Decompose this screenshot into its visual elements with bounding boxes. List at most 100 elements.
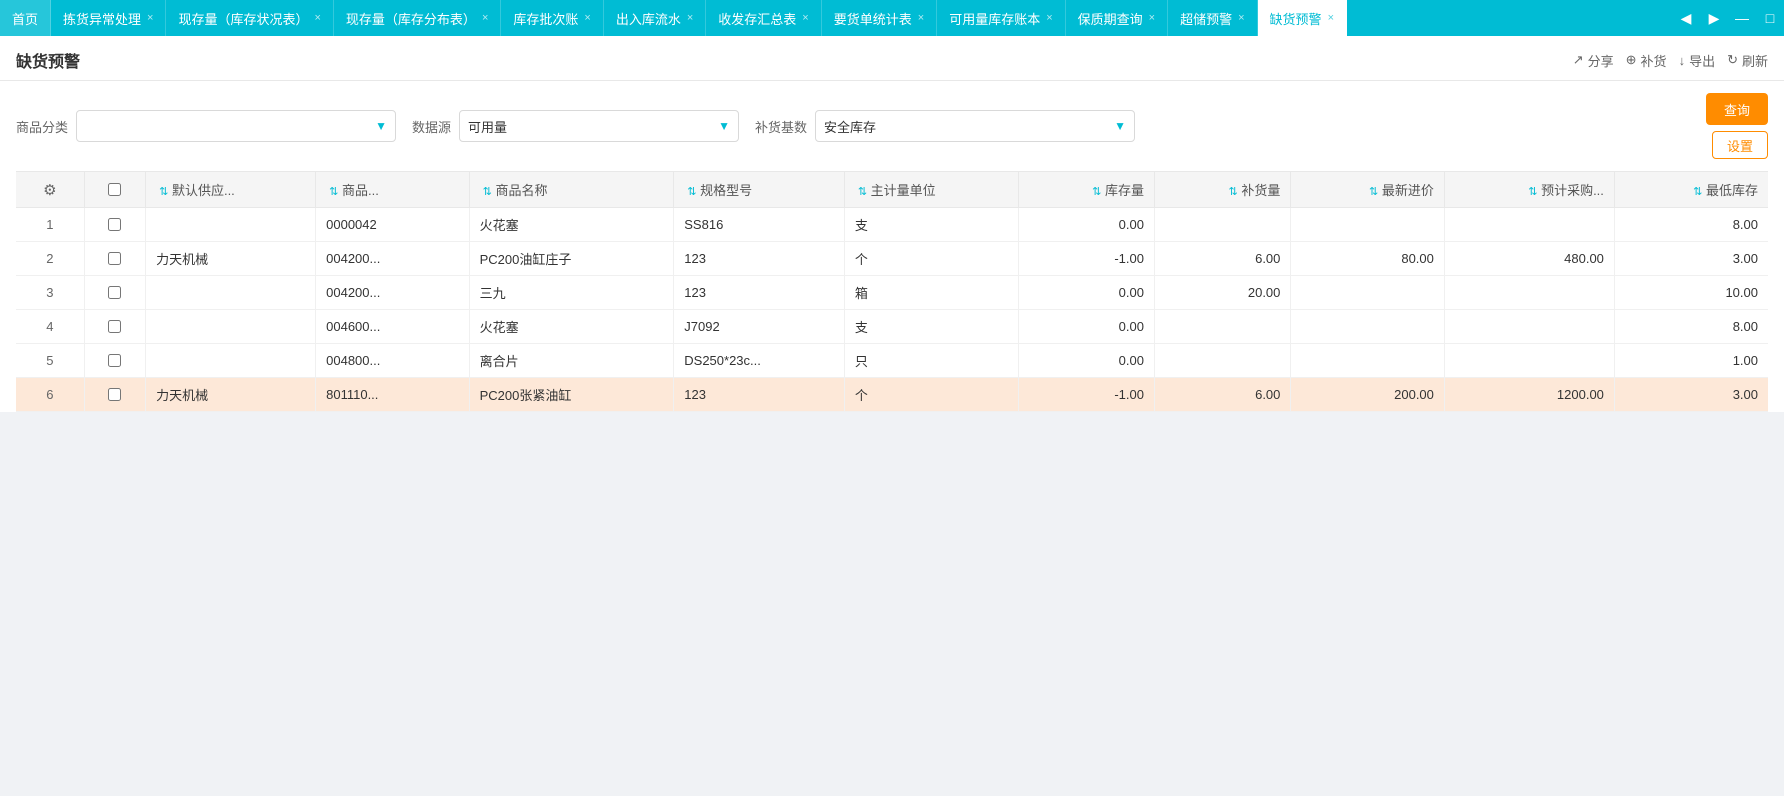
th-unit: ⇅ 主计量单位 bbox=[844, 172, 1018, 208]
tab-close-abnormal[interactable]: × bbox=[147, 12, 153, 24]
th-stock: ⇅ 库存量 bbox=[1018, 172, 1154, 208]
tab-abnormal[interactable]: 拣货异常处理 × bbox=[51, 0, 166, 36]
cell-supplier bbox=[146, 344, 316, 378]
basis-select[interactable]: 安全库存 ▼ bbox=[815, 110, 1135, 142]
cell-supplier bbox=[146, 276, 316, 310]
tab-next-button[interactable]: ▶ bbox=[1700, 10, 1728, 27]
tab-bar: 首页 拣货异常处理 × 现存量（库存状况表） × 现存量（库存分布表） × 库存… bbox=[0, 0, 1784, 36]
tab-close-available-ledger[interactable]: × bbox=[1046, 12, 1052, 24]
cell-replenish bbox=[1154, 344, 1290, 378]
category-dropdown-icon: ▼ bbox=[375, 119, 387, 133]
tab-inout-flow[interactable]: 出入库流水 × bbox=[604, 0, 706, 36]
cell-replenish bbox=[1154, 208, 1290, 242]
datasource-label: 数据源 bbox=[412, 117, 451, 136]
cell-estimated-purchase bbox=[1444, 276, 1614, 310]
tab-receive-summary[interactable]: 收发存汇总表 × bbox=[706, 0, 821, 36]
cell-replenish bbox=[1154, 310, 1290, 344]
query-button[interactable]: 查询 bbox=[1706, 93, 1768, 125]
basis-dropdown-icon: ▼ bbox=[1114, 119, 1126, 133]
tab-minimize-button[interactable]: — bbox=[1728, 10, 1756, 26]
row-checkbox[interactable] bbox=[108, 286, 121, 299]
cell-code: 004800... bbox=[316, 344, 469, 378]
cell-stock: 0.00 bbox=[1018, 276, 1154, 310]
sort-min-stock-icon: ⇅ bbox=[1693, 186, 1702, 198]
tab-batch[interactable]: 库存批次账 × bbox=[501, 0, 603, 36]
cell-name: 离合片 bbox=[469, 344, 674, 378]
tab-close-receive-summary[interactable]: × bbox=[802, 12, 808, 24]
tab-order-stats[interactable]: 要货单统计表 × bbox=[822, 0, 937, 36]
th-supplier: ⇅ 默认供应... bbox=[146, 172, 316, 208]
cell-stock: -1.00 bbox=[1018, 242, 1154, 276]
tab-home[interactable]: 首页 bbox=[0, 0, 51, 36]
table-row: 1 0000042 火花塞 SS816 支 0.00 8.00 bbox=[16, 208, 1768, 242]
category-select[interactable]: ▼ bbox=[76, 110, 396, 142]
tab-close-inventory-dist[interactable]: × bbox=[482, 12, 488, 24]
share-button[interactable]: ↗ 分享 bbox=[1573, 51, 1614, 70]
table-row: 2 力天机械 004200... PC200油缸庄子 123 个 -1.00 6… bbox=[16, 242, 1768, 276]
cell-latest-price bbox=[1291, 276, 1444, 310]
cell-latest-price: 80.00 bbox=[1291, 242, 1444, 276]
tab-inventory-status[interactable]: 现存量（库存状况表） × bbox=[166, 0, 333, 36]
cell-spec: SS816 bbox=[674, 208, 845, 242]
cell-name: 火花塞 bbox=[469, 208, 674, 242]
cell-min-stock: 8.00 bbox=[1614, 310, 1768, 344]
category-label: 商品分类 bbox=[16, 117, 68, 136]
tab-close-overstock[interactable]: × bbox=[1238, 12, 1244, 24]
th-latest-price: ⇅ 最新进价 bbox=[1291, 172, 1444, 208]
cell-num: 4 bbox=[16, 310, 84, 344]
row-checkbox[interactable] bbox=[108, 252, 121, 265]
cell-estimated-purchase: 480.00 bbox=[1444, 242, 1614, 276]
th-min-stock: ⇅ 最低库存 bbox=[1614, 172, 1768, 208]
datasource-select[interactable]: 可用量 ▼ bbox=[459, 110, 739, 142]
cell-name: 三九 bbox=[469, 276, 674, 310]
replenish-icon: ⊕ bbox=[1626, 52, 1637, 68]
sort-stock-icon: ⇅ bbox=[1092, 186, 1101, 198]
refresh-icon: ↻ bbox=[1727, 52, 1738, 68]
tab-prev-button[interactable]: ◀ bbox=[1672, 10, 1700, 27]
tab-close-expiry-query[interactable]: × bbox=[1149, 12, 1155, 24]
cell-code: 801110... bbox=[316, 378, 469, 412]
cell-min-stock: 10.00 bbox=[1614, 276, 1768, 310]
tab-close-shortage[interactable]: × bbox=[1328, 12, 1334, 24]
tab-available-ledger[interactable]: 可用量库存账本 × bbox=[937, 0, 1065, 36]
sort-latest-price-icon: ⇅ bbox=[1369, 186, 1378, 198]
tab-inventory-dist[interactable]: 现存量（库存分布表） × bbox=[334, 0, 501, 36]
export-icon: ↓ bbox=[1679, 53, 1686, 68]
cell-unit: 支 bbox=[844, 208, 1018, 242]
th-name: ⇅ 商品名称 bbox=[469, 172, 674, 208]
table-header-row: ⚙ ⇅ 默认供应... ⇅ 商品... bbox=[16, 172, 1768, 208]
replenish-button[interactable]: ⊕ 补货 bbox=[1626, 51, 1667, 70]
th-check bbox=[84, 172, 145, 208]
tab-overstock[interactable]: 超储预警 × bbox=[1168, 0, 1257, 36]
cell-check bbox=[84, 310, 145, 344]
cell-estimated-purchase bbox=[1444, 310, 1614, 344]
cell-name: PC200张紧油缸 bbox=[469, 378, 674, 412]
refresh-button[interactable]: ↻ 刷新 bbox=[1727, 51, 1768, 70]
export-button[interactable]: ↓ 导出 bbox=[1679, 51, 1716, 70]
cell-num: 2 bbox=[16, 242, 84, 276]
cell-name: 火花塞 bbox=[469, 310, 674, 344]
th-estimated: ⇅ 预计采购... bbox=[1444, 172, 1614, 208]
select-all-checkbox[interactable] bbox=[108, 183, 121, 196]
cell-supplier: 力天机械 bbox=[146, 242, 316, 276]
header-actions: ↗ 分享 ⊕ 补货 ↓ 导出 ↻ 刷新 bbox=[1573, 51, 1768, 70]
tab-shortage[interactable]: 缺货预警 × bbox=[1258, 0, 1347, 36]
cell-stock: -1.00 bbox=[1018, 378, 1154, 412]
row-checkbox[interactable] bbox=[108, 354, 121, 367]
gear-button[interactable]: ⚙ bbox=[43, 181, 56, 199]
row-checkbox[interactable] bbox=[108, 320, 121, 333]
page-content: 缺货预警 ↗ 分享 ⊕ 补货 ↓ 导出 ↻ 刷新 商品分类 bbox=[0, 36, 1784, 412]
datasource-dropdown-icon: ▼ bbox=[718, 119, 730, 133]
tab-maximize-button[interactable]: □ bbox=[1756, 10, 1784, 26]
cell-num: 6 bbox=[16, 378, 84, 412]
tab-expiry-query[interactable]: 保质期查询 × bbox=[1066, 0, 1168, 36]
row-checkbox[interactable] bbox=[108, 218, 121, 231]
tab-close-order-stats[interactable]: × bbox=[918, 12, 924, 24]
tab-close-batch[interactable]: × bbox=[584, 12, 590, 24]
row-checkbox[interactable] bbox=[108, 388, 121, 401]
tab-close-inout-flow[interactable]: × bbox=[687, 12, 693, 24]
cell-latest-price bbox=[1291, 344, 1444, 378]
tab-close-inventory-status[interactable]: × bbox=[314, 12, 320, 24]
cell-min-stock: 1.00 bbox=[1614, 344, 1768, 378]
settings-button[interactable]: 设置 bbox=[1712, 131, 1768, 159]
